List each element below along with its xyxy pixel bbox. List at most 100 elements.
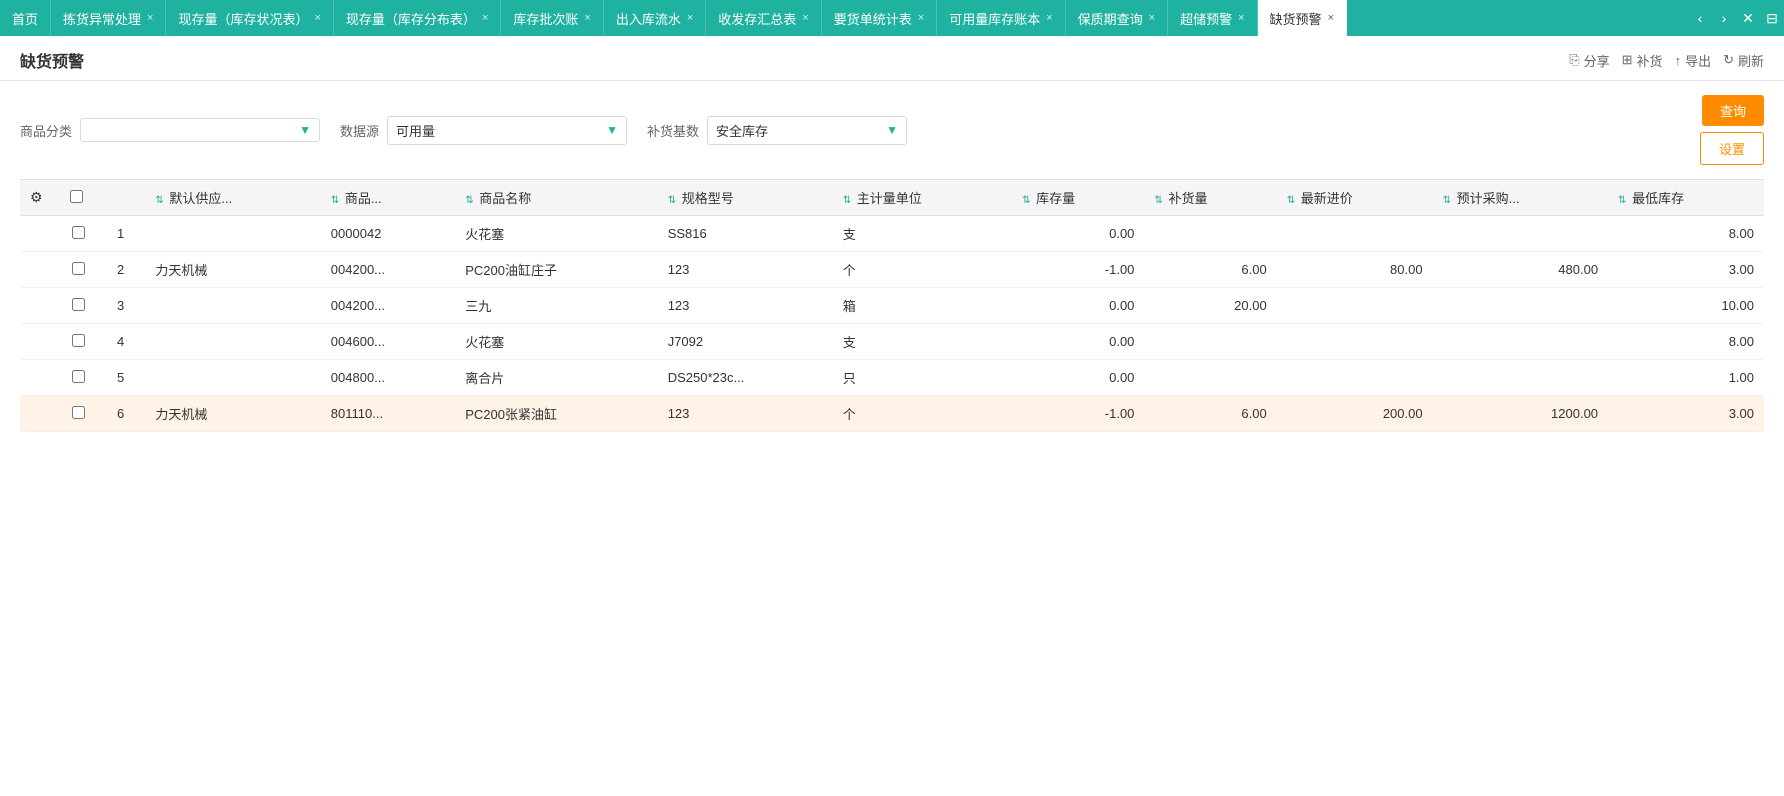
close-tab-expiry-query-icon[interactable]: × xyxy=(1149,12,1155,24)
refresh-icon: ↻ xyxy=(1723,52,1734,68)
close-current-tab-button[interactable]: ✕ xyxy=(1736,10,1760,27)
query-button[interactable]: 查询 xyxy=(1702,95,1764,126)
tab-batch-account[interactable]: 库存批次账 × xyxy=(501,0,603,36)
col-checkbox-header xyxy=(60,180,96,216)
row-product-code: 004200... xyxy=(321,288,455,324)
close-tab-receive-summary-icon[interactable]: × xyxy=(802,12,808,24)
close-tab-inout-flow-icon[interactable]: × xyxy=(687,12,693,24)
close-tab-inventory-status-icon[interactable]: × xyxy=(314,12,320,24)
row-product-code: 0000042 xyxy=(321,216,455,252)
datasource-value: 可用量 xyxy=(396,121,435,140)
row-est-purchase xyxy=(1433,216,1608,252)
col-gear: ⚙ xyxy=(20,180,60,216)
col-min-stock[interactable]: ⇅ 最低库存 xyxy=(1608,180,1764,216)
tab-available-ledger[interactable]: 可用量库存账本 × xyxy=(937,0,1065,36)
row-spec: 123 xyxy=(658,252,833,288)
row-unit: 个 xyxy=(833,396,1012,432)
tab-overstock-warning[interactable]: 超储预警 × xyxy=(1168,0,1257,36)
row-checkbox[interactable] xyxy=(72,262,85,275)
col-replenish[interactable]: ⇅ 补货量 xyxy=(1144,180,1276,216)
row-spec: DS250*23c... xyxy=(658,360,833,396)
row-min-stock: 8.00 xyxy=(1608,324,1764,360)
export-button[interactable]: ↑ 导出 xyxy=(1675,51,1712,70)
datasource-filter-group: 数据源 可用量 ▼ xyxy=(340,116,627,145)
close-tab-shortage-warning-icon[interactable]: × xyxy=(1328,12,1334,24)
replenish-base-select[interactable]: 安全库存 ▼ xyxy=(707,116,907,145)
row-checkbox-cell[interactable] xyxy=(60,288,96,324)
select-all-checkbox[interactable] xyxy=(70,190,83,203)
row-checkbox-cell[interactable] xyxy=(60,360,96,396)
row-num: 1 xyxy=(96,216,145,252)
col-est-purchase[interactable]: ⇅ 预计采购... xyxy=(1433,180,1608,216)
sort-unit-icon: ⇅ xyxy=(843,195,851,206)
row-num: 6 xyxy=(96,396,145,432)
col-stock[interactable]: ⇅ 库存量 xyxy=(1012,180,1144,216)
tab-next-button[interactable]: › xyxy=(1712,10,1736,26)
settings-button[interactable]: 设置 xyxy=(1700,132,1764,165)
row-checkbox[interactable] xyxy=(72,334,85,347)
datasource-select[interactable]: 可用量 ▼ xyxy=(387,116,627,145)
row-min-stock: 10.00 xyxy=(1608,288,1764,324)
row-num: 2 xyxy=(96,252,145,288)
row-checkbox-cell[interactable] xyxy=(60,252,96,288)
row-supplier xyxy=(145,216,320,252)
col-product-code[interactable]: ⇅ 商品... xyxy=(321,180,455,216)
tab-home[interactable]: 首页 xyxy=(0,0,51,36)
close-tab-order-stat-icon[interactable]: × xyxy=(918,12,924,24)
gear-icon[interactable]: ⚙ xyxy=(30,189,43,205)
row-spec: J7092 xyxy=(658,324,833,360)
col-unit[interactable]: ⇅ 主计量单位 xyxy=(833,180,1012,216)
sort-stock-icon: ⇅ xyxy=(1022,195,1030,206)
close-tab-inventory-dist-icon[interactable]: × xyxy=(482,12,488,24)
tab-shortage-warning[interactable]: 缺货预警 × xyxy=(1258,0,1347,36)
category-filter-group: 商品分类 ▼ xyxy=(20,118,320,142)
row-checkbox[interactable] xyxy=(72,226,85,239)
tab-prev-button[interactable]: ‹ xyxy=(1688,10,1712,26)
close-tab-batch-account-icon[interactable]: × xyxy=(584,12,590,24)
row-latest-price xyxy=(1277,360,1433,396)
refresh-button[interactable]: ↻ 刷新 xyxy=(1723,51,1764,70)
tab-inventory-status[interactable]: 现存量（库存状况表） × xyxy=(166,0,333,36)
tab-order-stat[interactable]: 要货单统计表 × xyxy=(822,0,937,36)
row-checkbox[interactable] xyxy=(72,298,85,311)
row-stock: 0.00 xyxy=(1012,288,1144,324)
row-latest-price: 200.00 xyxy=(1277,396,1433,432)
share-button[interactable]: ⎘ 分享 xyxy=(1569,51,1609,70)
row-num: 5 xyxy=(96,360,145,396)
table-row: 2 力天机械 004200... PC200油缸庄子 123 个 -1.00 6… xyxy=(20,252,1764,288)
sort-spec-icon: ⇅ xyxy=(668,195,676,206)
row-num: 3 xyxy=(96,288,145,324)
row-min-stock: 1.00 xyxy=(1608,360,1764,396)
replenish-button[interactable]: ⊞ 补货 xyxy=(1622,51,1663,70)
tab-inventory-dist[interactable]: 现存量（库存分布表） × xyxy=(334,0,501,36)
category-select[interactable]: ▼ xyxy=(80,118,320,142)
tab-receive-summary[interactable]: 收发存汇总表 × xyxy=(706,0,821,36)
sort-supplier-icon: ⇅ xyxy=(155,195,163,206)
col-product-name[interactable]: ⇅ 商品名称 xyxy=(455,180,657,216)
row-checkbox-cell[interactable] xyxy=(60,396,96,432)
row-gear-cell xyxy=(20,360,60,396)
close-tab-overstock-warning-icon[interactable]: × xyxy=(1238,12,1244,24)
close-tab-available-ledger-icon[interactable]: × xyxy=(1046,12,1052,24)
row-checkbox[interactable] xyxy=(72,370,85,383)
replenish-base-label: 补货基数 xyxy=(647,121,699,140)
replenish-base-filter-group: 补货基数 安全库存 ▼ xyxy=(647,116,907,145)
page-header: 缺货预警 ⎘ 分享 ⊞ 补货 ↑ 导出 ↻ 刷新 xyxy=(0,36,1784,81)
row-spec: SS816 xyxy=(658,216,833,252)
col-latest-price[interactable]: ⇅ 最新进价 xyxy=(1277,180,1433,216)
row-gear-cell xyxy=(20,324,60,360)
col-spec[interactable]: ⇅ 规格型号 xyxy=(658,180,833,216)
row-unit: 只 xyxy=(833,360,1012,396)
row-checkbox-cell[interactable] xyxy=(60,216,96,252)
col-default-supplier[interactable]: ⇅ 默认供应... xyxy=(145,180,320,216)
row-replenish: 20.00 xyxy=(1144,288,1276,324)
close-tab-exception-icon[interactable]: × xyxy=(147,12,153,24)
row-num: 4 xyxy=(96,324,145,360)
row-checkbox-cell[interactable] xyxy=(60,324,96,360)
tab-inout-flow[interactable]: 出入库流水 × xyxy=(604,0,706,36)
replenish-icon: ⊞ xyxy=(1622,52,1633,68)
tab-expiry-query[interactable]: 保质期查询 × xyxy=(1066,0,1168,36)
close-all-tabs-button[interactable]: ⊟ xyxy=(1760,10,1784,27)
tab-exception[interactable]: 拣货异常处理 × xyxy=(51,0,166,36)
row-checkbox[interactable] xyxy=(72,406,85,419)
